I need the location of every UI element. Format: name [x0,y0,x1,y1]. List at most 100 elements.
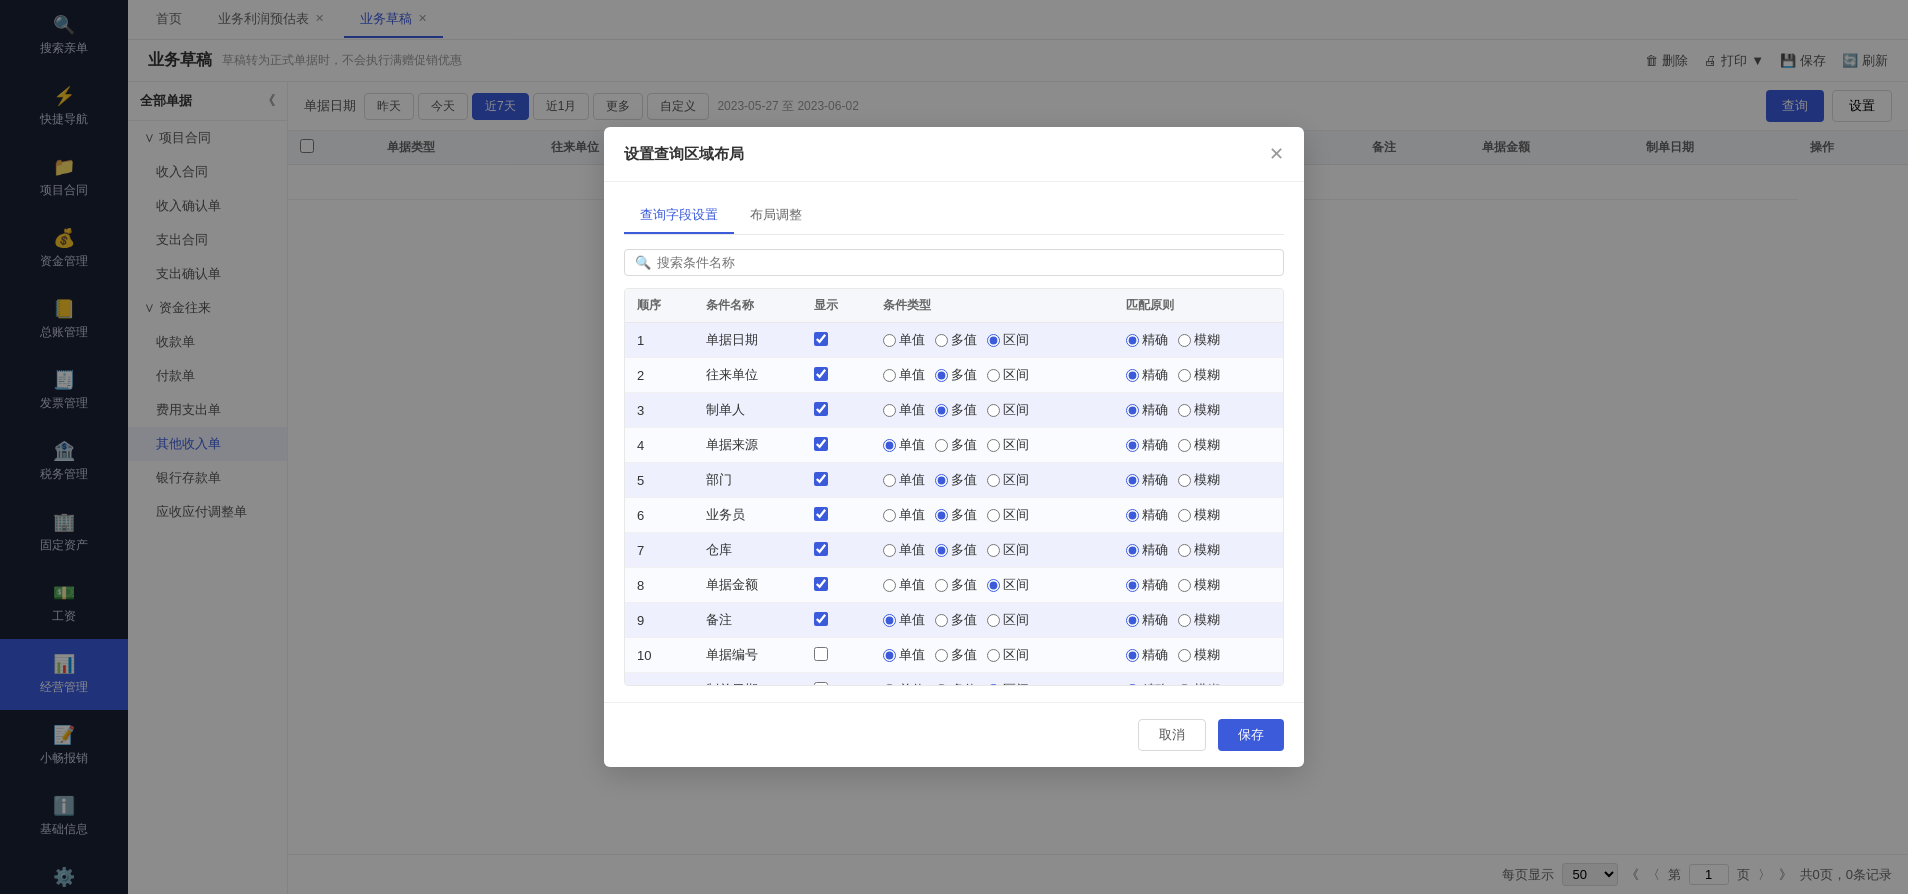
show-checkbox[interactable] [814,542,828,556]
type-radio-单值[interactable] [883,474,896,487]
modal-search-input[interactable] [657,255,1273,270]
match-radio-模糊[interactable] [1178,404,1191,417]
type-radio-区间[interactable] [987,369,1000,382]
row-name: 单据编号 [694,638,803,673]
radio-label: 区间 [1003,366,1029,384]
radio-label: 多值 [951,506,977,524]
radio-label: 单值 [899,401,925,419]
radio-label: 模糊 [1194,331,1220,349]
match-radio-模糊[interactable] [1178,684,1191,687]
type-radio-单值[interactable] [883,579,896,592]
row-order: 7 [625,533,694,568]
match-radio-模糊[interactable] [1178,439,1191,452]
radio-label: 模糊 [1194,471,1220,489]
type-radio-多值[interactable] [935,544,948,557]
row-name: 单据来源 [694,428,803,463]
show-checkbox[interactable] [814,402,828,416]
type-radio-多值[interactable] [935,474,948,487]
radio-label: 精确 [1142,401,1168,419]
type-radio-区间[interactable] [987,474,1000,487]
type-radio-区间[interactable] [987,509,1000,522]
match-radio-精确[interactable] [1126,544,1139,557]
radio-label: 模糊 [1194,436,1220,454]
match-radio-模糊[interactable] [1178,369,1191,382]
match-radio-精确[interactable] [1126,439,1139,452]
show-checkbox[interactable] [814,472,828,486]
radio-label: 多值 [951,471,977,489]
type-radio-单值[interactable] [883,684,896,687]
radio-label: 精确 [1142,331,1168,349]
type-radio-区间[interactable] [987,684,1000,687]
type-radio-单值[interactable] [883,614,896,627]
match-radio-精确[interactable] [1126,404,1139,417]
match-radio-精确[interactable] [1126,614,1139,627]
row-order: 2 [625,358,694,393]
type-radio-区间[interactable] [987,439,1000,452]
type-radio-区间[interactable] [987,579,1000,592]
type-radio-多值[interactable] [935,579,948,592]
row-order: 10 [625,638,694,673]
type-radio-区间[interactable] [987,614,1000,627]
cancel-button[interactable]: 取消 [1138,719,1206,751]
row-order: 11 [625,673,694,687]
radio-label: 单值 [899,611,925,629]
type-radio-区间[interactable] [987,544,1000,557]
type-radio-多值[interactable] [935,334,948,347]
type-radio-多值[interactable] [935,614,948,627]
match-radio-模糊[interactable] [1178,649,1191,662]
type-radio-多值[interactable] [935,509,948,522]
type-radio-多值[interactable] [935,649,948,662]
type-radio-区间[interactable] [987,334,1000,347]
show-checkbox[interactable] [814,647,828,661]
type-radio-多值[interactable] [935,439,948,452]
radio-label: 多值 [951,681,977,686]
match-radio-精确[interactable] [1126,509,1139,522]
show-checkbox[interactable] [814,437,828,451]
type-radio-单值[interactable] [883,439,896,452]
radio-label: 多值 [951,611,977,629]
type-radio-单值[interactable] [883,334,896,347]
radio-label: 区间 [1003,611,1029,629]
type-radio-单值[interactable] [883,544,896,557]
modal-overlay: 设置查询区域布局 ✕ 查询字段设置布局调整 🔍 顺序条件名称显示条件类型匹配原则… [0,0,1908,894]
radio-label: 多值 [951,331,977,349]
show-checkbox[interactable] [814,577,828,591]
modal-tab-布局调整[interactable]: 布局调整 [734,198,818,234]
match-radio-模糊[interactable] [1178,579,1191,592]
type-radio-区间[interactable] [987,404,1000,417]
type-radio-多值[interactable] [935,369,948,382]
type-radio-单值[interactable] [883,369,896,382]
type-radio-多值[interactable] [935,684,948,687]
row-order: 6 [625,498,694,533]
show-checkbox[interactable] [814,507,828,521]
match-radio-精确[interactable] [1126,579,1139,592]
show-checkbox[interactable] [814,332,828,346]
show-checkbox[interactable] [814,682,828,687]
match-radio-模糊[interactable] [1178,334,1191,347]
save-button[interactable]: 保存 [1218,719,1284,751]
match-radio-精确[interactable] [1126,649,1139,662]
modal-tab-查询字段设置[interactable]: 查询字段设置 [624,198,734,234]
radio-label: 模糊 [1194,646,1220,664]
radio-label: 区间 [1003,401,1029,419]
match-radio-精确[interactable] [1126,334,1139,347]
match-radio-精确[interactable] [1126,684,1139,687]
settings-modal: 设置查询区域布局 ✕ 查询字段设置布局调整 🔍 顺序条件名称显示条件类型匹配原则… [604,127,1304,767]
modal-close-button[interactable]: ✕ [1269,143,1284,165]
type-radio-区间[interactable] [987,649,1000,662]
match-radio-模糊[interactable] [1178,544,1191,557]
type-radio-单值[interactable] [883,509,896,522]
match-radio-精确[interactable] [1126,474,1139,487]
radio-label: 多值 [951,646,977,664]
show-checkbox[interactable] [814,612,828,626]
match-radio-模糊[interactable] [1178,509,1191,522]
match-radio-模糊[interactable] [1178,474,1191,487]
type-radio-单值[interactable] [883,404,896,417]
match-radio-精确[interactable] [1126,369,1139,382]
type-radio-单值[interactable] [883,649,896,662]
type-radio-多值[interactable] [935,404,948,417]
match-radio-模糊[interactable] [1178,614,1191,627]
show-checkbox[interactable] [814,367,828,381]
table-row: 11制单日期单值多值区间精确模糊 [625,673,1283,687]
settings-col-显示: 显示 [802,289,871,323]
